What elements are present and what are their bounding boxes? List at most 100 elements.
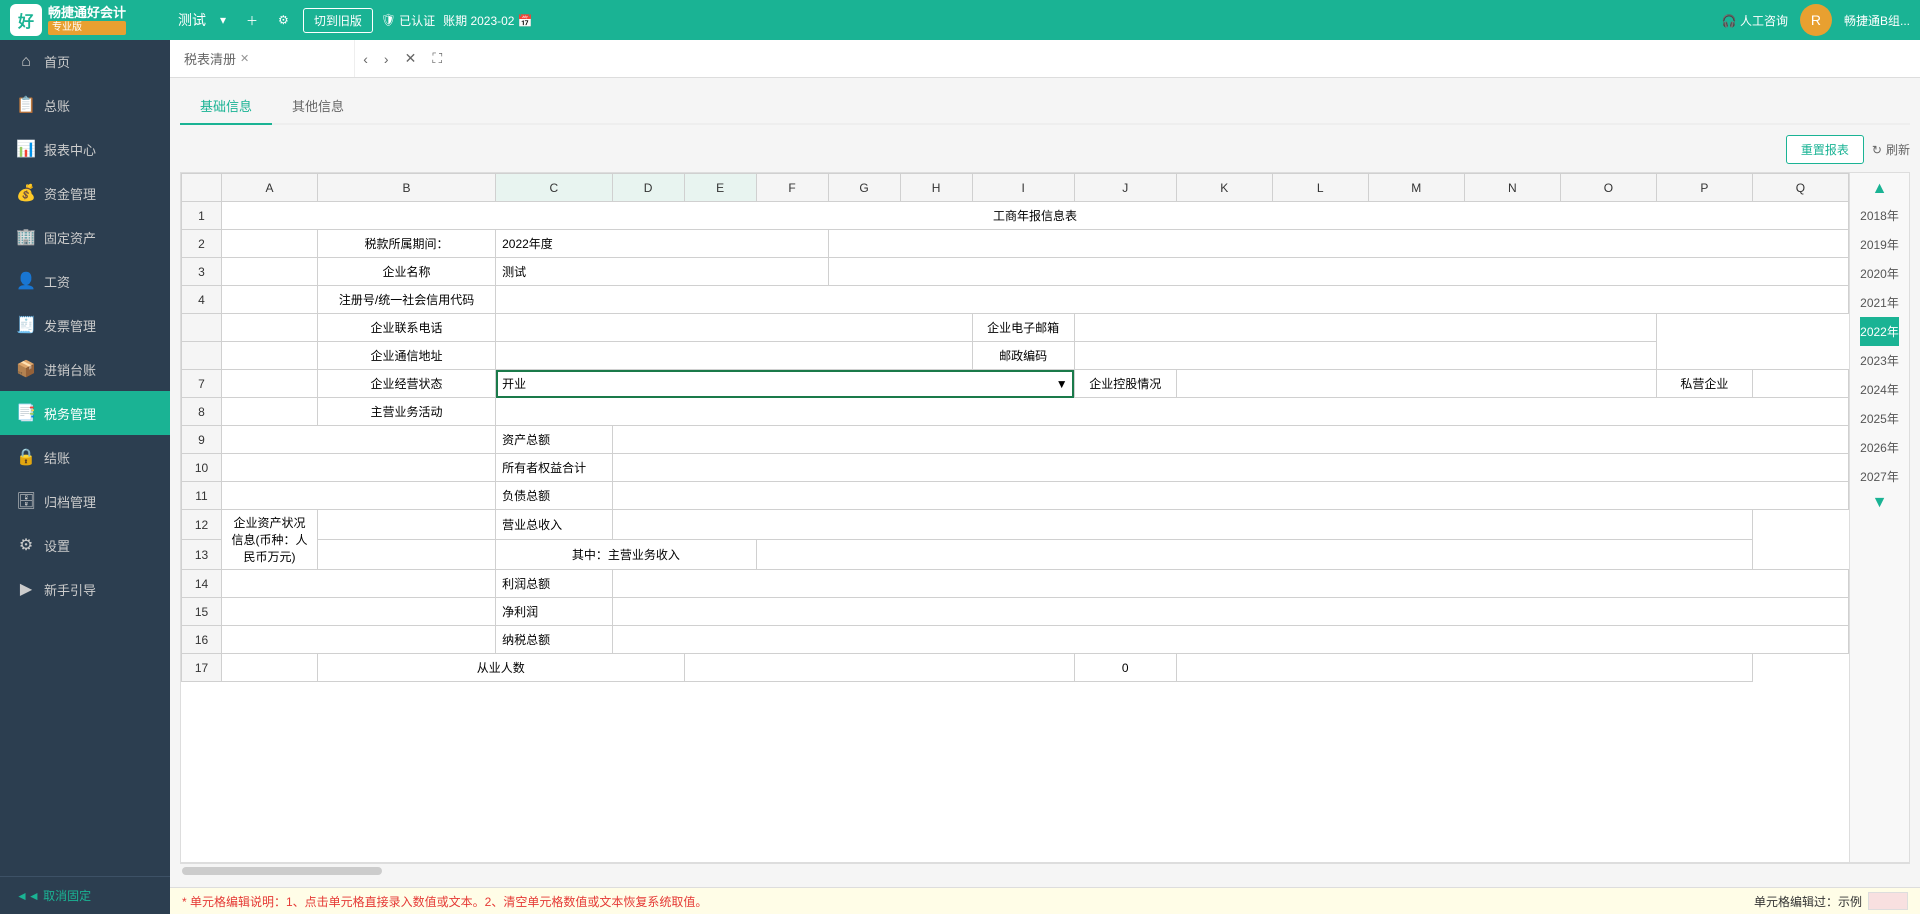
spreadsheet-main[interactable]: ABCDEFGHIJKLMNOPQ 1工商年报信息表2税款所属期间：2022年度… — [181, 173, 1849, 862]
r12-b — [318, 510, 496, 540]
r7-j: 企业控股情况 — [1074, 370, 1176, 398]
sidebar-icon-invoice: 🧾 — [16, 315, 36, 335]
sidebar-unpin-btn[interactable]: ◄◄ 取消固定 — [0, 876, 170, 914]
r5-cell-1 — [222, 314, 318, 342]
tab-prev-btn[interactable]: ‹ — [355, 40, 376, 78]
col-header-D[interactable]: D — [612, 174, 684, 202]
year-down-btn[interactable]: ▼ — [1850, 491, 1909, 515]
sub-tab-1[interactable]: 其他信息 — [272, 88, 364, 125]
r6-cell-4: 邮政编码 — [972, 342, 1074, 370]
sub-tab-0[interactable]: 基础信息 — [180, 88, 272, 125]
table-row: 4注册号/统一社会信用代码 — [182, 286, 1849, 314]
reset-report-button[interactable]: 重置报表 — [1786, 135, 1864, 164]
r5-cell-2: 企业联系电话 — [318, 314, 496, 342]
r16-ab — [222, 626, 496, 654]
col-header-L[interactable]: L — [1272, 174, 1368, 202]
sidebar-item-capital[interactable]: 💰资金管理 — [0, 171, 170, 215]
sidebar-item-home[interactable]: ⌂首页 — [0, 40, 170, 83]
sidebar-label-invoice: 发票管理 — [44, 316, 96, 335]
certified-badge: 🛡 已认证 — [381, 12, 435, 29]
sidebar-item-settings[interactable]: ⚙设置 — [0, 523, 170, 567]
r11-rest — [612, 482, 1848, 510]
scrollbar-thumb[interactable] — [182, 867, 382, 875]
r10-rest — [612, 454, 1848, 482]
r15-rest — [612, 598, 1848, 626]
year-item-2025年[interactable]: 2025年 — [1860, 404, 1899, 433]
r14-c: 利润总额 — [496, 570, 612, 598]
col-header-G[interactable]: G — [828, 174, 900, 202]
example-area: 单元格编辑过：示例 — [1754, 892, 1908, 910]
col-header-J[interactable]: J — [1074, 174, 1176, 202]
year-item-2023年[interactable]: 2023年 — [1860, 346, 1899, 375]
content-area: 首页科目辅助余额表✕日记账与银行对账单核对✕固定资产类别✕税表清册✕税负波动表✕… — [170, 40, 1920, 914]
table-row: 13其中：主营业务收入 — [182, 540, 1849, 570]
refresh-icon: ↻ — [1872, 143, 1882, 157]
year-item-2019年[interactable]: 2019年 — [1860, 230, 1899, 259]
col-header-M[interactable]: M — [1368, 174, 1464, 202]
r6-cell-1 — [222, 342, 318, 370]
dropdown-btn[interactable]: ▾ — [214, 11, 232, 29]
r17-c — [684, 654, 1074, 682]
calendar-icon[interactable]: 📅 — [518, 14, 533, 28]
r5-cell-5 — [1074, 314, 1656, 342]
sidebar-item-report[interactable]: 📊报表中心 — [0, 127, 170, 171]
sidebar-item-invoice[interactable]: 🧾 发票管理 — [0, 303, 170, 347]
tab-expand-btn[interactable]: ⛶ — [424, 40, 450, 78]
period-info: 账期 2023-02 📅 — [443, 12, 533, 29]
sidebar-item-guide[interactable]: ▶新手引导 — [0, 567, 170, 611]
r9-rest — [612, 426, 1848, 454]
table-row: 3企业名称测试 — [182, 258, 1849, 286]
col-header-N[interactable]: N — [1464, 174, 1560, 202]
col-header-A[interactable]: A — [222, 174, 318, 202]
top-bar-right: 🎧 人工咨询 R 畅捷通B组... — [1722, 4, 1910, 36]
status-bar: * 单元格编辑说明：1、点击单元格直接录入数值或文本。2、清空单元格数值或文本恢… — [170, 887, 1920, 914]
sidebar-item-salary[interactable]: 👤工资 — [0, 259, 170, 303]
user-avatar[interactable]: R — [1800, 4, 1832, 36]
col-header-I[interactable]: I — [972, 174, 1074, 202]
year-item-2021年[interactable]: 2021年 — [1860, 288, 1899, 317]
refresh-button[interactable]: ↻ 刷新 — [1872, 141, 1910, 158]
tab-close-btn[interactable]: ✕ — [397, 40, 425, 78]
r16-c: 纳税总额 — [496, 626, 612, 654]
add-btn[interactable]: ＋ — [240, 10, 264, 31]
col-header-P[interactable]: P — [1656, 174, 1752, 202]
year-item-2026年[interactable]: 2026年 — [1860, 433, 1899, 462]
col-header-K[interactable]: K — [1176, 174, 1272, 202]
settings-btn[interactable]: ⚙ — [272, 11, 295, 29]
year-sidebar: ▲ 2018年2019年2020年2021年2022年2023年2024年202… — [1849, 173, 1909, 862]
sidebar-item-ledger[interactable]: 📋总账 — [0, 83, 170, 127]
year-item-2024年[interactable]: 2024年 — [1860, 375, 1899, 404]
r6-cell-5 — [1074, 342, 1656, 370]
col-header-Q[interactable]: Q — [1752, 174, 1848, 202]
horizontal-scrollbar[interactable] — [180, 863, 1910, 877]
col-header-B[interactable]: B — [318, 174, 496, 202]
sidebar-item-tax[interactable]: 📑税务管理 — [0, 391, 170, 435]
col-header-C[interactable]: C — [496, 174, 612, 202]
r7-q — [1752, 370, 1848, 398]
year-item-2022年[interactable]: 2022年 — [1860, 317, 1899, 346]
sidebar-item-stock[interactable]: 📦进销台账 — [0, 347, 170, 391]
tab-4[interactable]: 税表清册✕ — [170, 40, 355, 78]
sidebar-item-close[interactable]: 🔒结账 — [0, 435, 170, 479]
year-item-2018年[interactable]: 2018年 — [1860, 201, 1899, 230]
top-bar-center: 测试 ▾ ＋ ⚙ 切到旧版 🛡 已认证 账期 2023-02 📅 — [178, 8, 1714, 33]
col-header-E[interactable]: E — [684, 174, 756, 202]
sidebar-icon-report: 📊 — [16, 139, 36, 159]
r10-c: 所有者权益合计 — [496, 454, 612, 482]
year-up-btn[interactable]: ▲ — [1850, 177, 1909, 201]
year-item-2020年[interactable]: 2020年 — [1860, 259, 1899, 288]
table-row: 10所有者权益合计 — [182, 454, 1849, 482]
sidebar-item-asset[interactable]: 🏢固定资产 — [0, 215, 170, 259]
year-item-2027年[interactable]: 2027年 — [1860, 462, 1899, 491]
col-header-H[interactable]: H — [900, 174, 972, 202]
sidebar-item-archive[interactable]: 🗄归档管理 — [0, 479, 170, 523]
r7-status-dropdown[interactable]: 开业▼ — [496, 370, 1075, 398]
tab-close-4[interactable]: ✕ — [240, 52, 249, 65]
sidebar-label-ledger: 总账 — [44, 96, 70, 115]
old-version-button[interactable]: 切到旧版 — [303, 8, 373, 33]
r15-c: 净利润 — [496, 598, 612, 626]
col-header-O[interactable]: O — [1560, 174, 1656, 202]
tab-next-btn[interactable]: › — [376, 40, 397, 78]
support-link[interactable]: 🎧 人工咨询 — [1722, 12, 1788, 29]
col-header-F[interactable]: F — [756, 174, 828, 202]
